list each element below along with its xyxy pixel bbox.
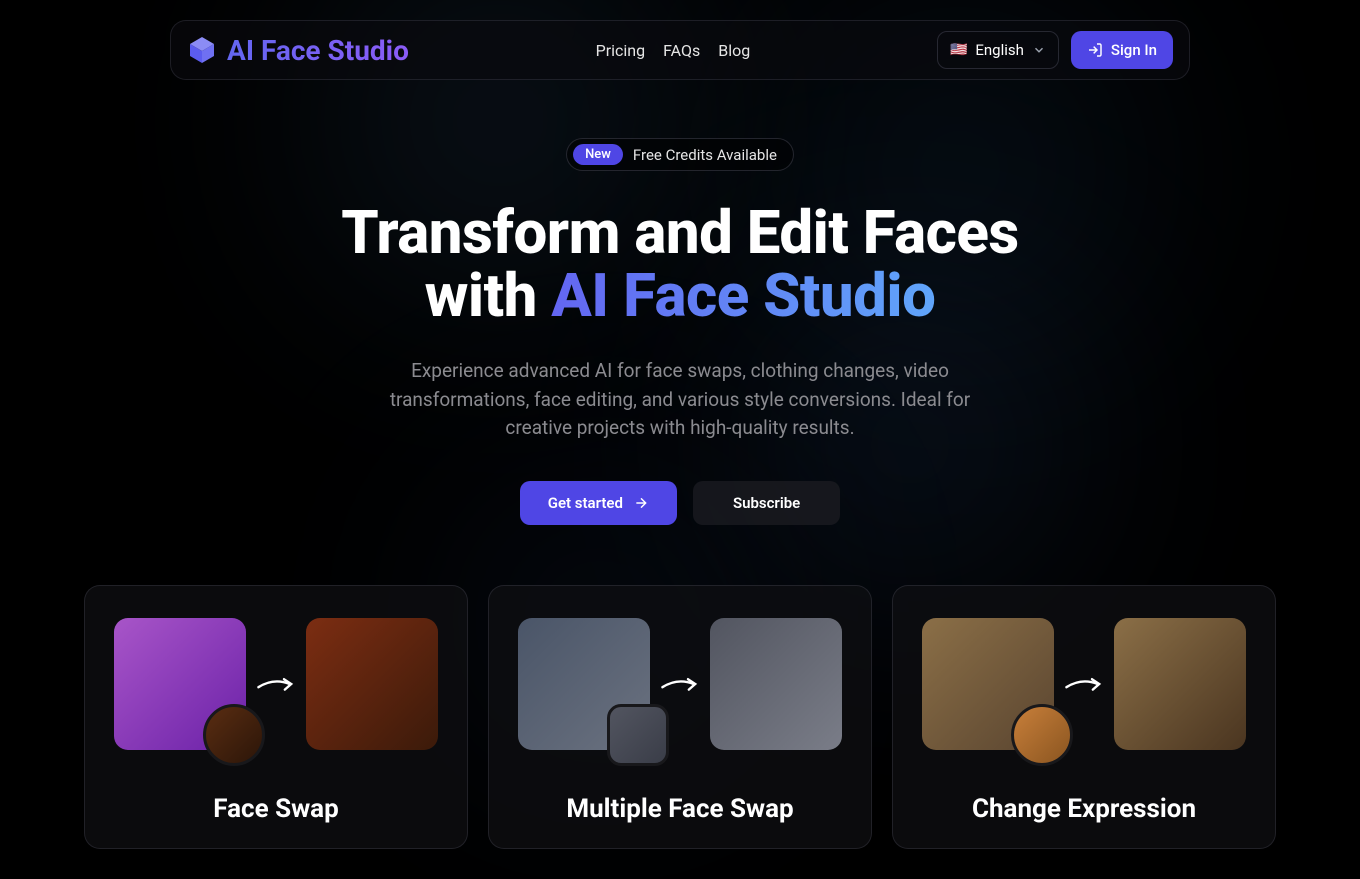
logo-text: AI Face Studio <box>227 34 409 67</box>
chevron-down-icon <box>1032 43 1046 57</box>
subscribe-label: Subscribe <box>733 494 800 512</box>
badge-text: Free Credits Available <box>633 146 777 164</box>
arrow-right-icon <box>256 674 296 694</box>
after-image <box>710 618 842 750</box>
header-bar: AI Face Studio Pricing FAQs Blog 🇺🇸 Engl… <box>170 20 1190 80</box>
feature-card-multiple-face-swap[interactable]: Multiple Face Swap <box>488 585 872 849</box>
language-label: English <box>975 41 1024 59</box>
logo-cube-icon <box>187 35 217 65</box>
hero-section: New Free Credits Available Transform and… <box>0 138 1360 525</box>
card-images <box>911 604 1257 764</box>
promo-badge[interactable]: New Free Credits Available <box>566 138 794 171</box>
main-nav: Pricing FAQs Blog <box>596 41 751 60</box>
signin-label: Sign In <box>1111 41 1157 59</box>
arrow-right-icon <box>1064 674 1104 694</box>
arrow-right-icon <box>633 495 649 511</box>
nav-blog[interactable]: Blog <box>718 41 750 60</box>
nav-faqs[interactable]: FAQs <box>663 41 700 60</box>
card-title: Multiple Face Swap <box>507 794 853 824</box>
hero-title-line2-prefix: with <box>425 260 552 331</box>
login-icon <box>1087 42 1103 58</box>
hero-cta-row: Get started Subscribe <box>0 481 1360 525</box>
source-face-overlay <box>607 704 669 766</box>
arrow-right-icon <box>660 674 700 694</box>
card-images <box>103 604 449 764</box>
after-image <box>306 618 438 750</box>
language-selector[interactable]: 🇺🇸 English <box>937 31 1059 69</box>
source-face-overlay <box>1011 704 1073 766</box>
flag-icon: 🇺🇸 <box>950 42 967 58</box>
get-started-button[interactable]: Get started <box>520 481 677 525</box>
feature-card-change-expression[interactable]: Change Expression <box>892 585 1276 849</box>
get-started-label: Get started <box>548 494 623 512</box>
hero-title-line1: Transform and Edit Faces <box>341 197 1018 268</box>
feature-card-face-swap[interactable]: Face Swap <box>84 585 468 849</box>
hero-title-highlight: AI Face Studio <box>551 260 935 331</box>
source-face-overlay <box>203 704 265 766</box>
card-title: Face Swap <box>103 794 449 824</box>
header-right: 🇺🇸 English Sign In <box>937 31 1173 69</box>
card-title: Change Expression <box>911 794 1257 824</box>
nav-pricing[interactable]: Pricing <box>596 41 646 60</box>
hero-description: Experience advanced AI for face swaps, c… <box>360 357 1000 443</box>
subscribe-button[interactable]: Subscribe <box>693 481 840 525</box>
badge-new-pill: New <box>573 144 623 165</box>
after-image <box>1114 618 1246 750</box>
logo[interactable]: AI Face Studio <box>187 34 409 67</box>
hero-title: Transform and Edit Faces with AI Face St… <box>0 201 1360 327</box>
feature-cards-row: Face Swap Multiple Face Swap Change Expr… <box>84 585 1276 849</box>
signin-button[interactable]: Sign In <box>1071 31 1173 69</box>
card-images <box>507 604 853 764</box>
